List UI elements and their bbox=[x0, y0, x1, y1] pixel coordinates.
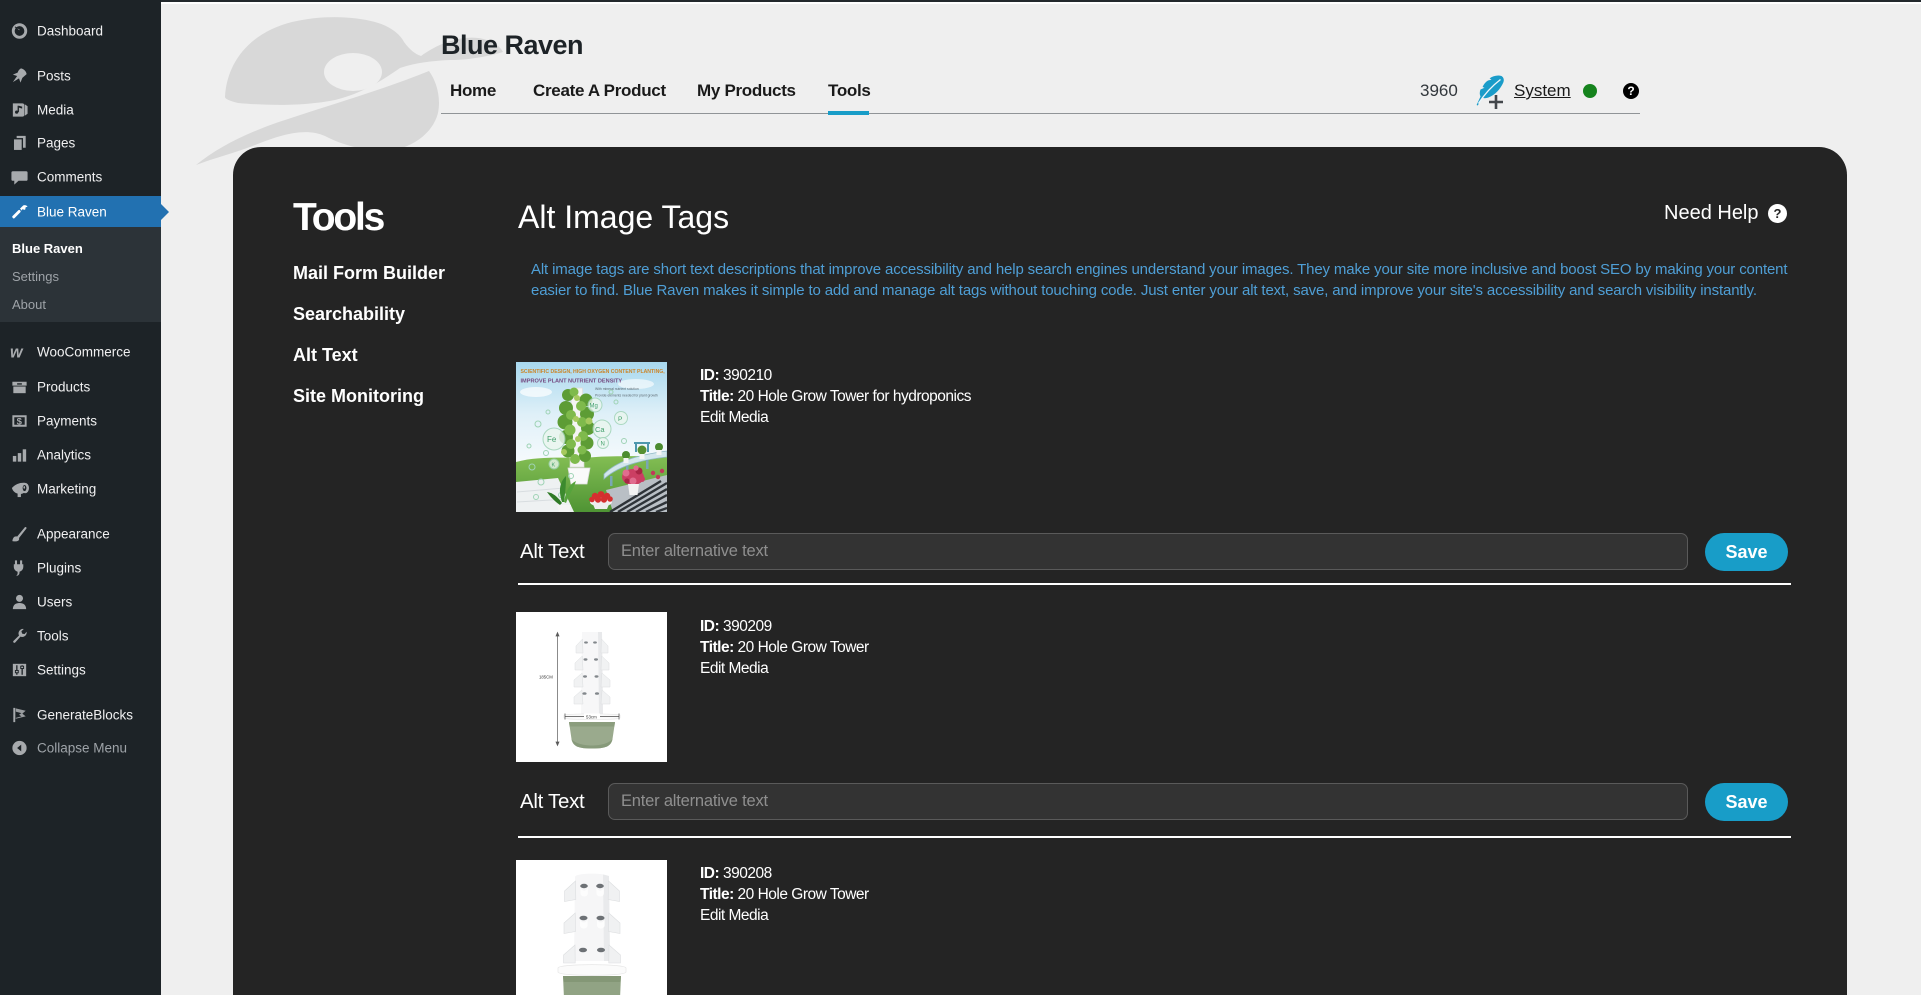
svg-text:IMPROVE PLANT NUTRIENT DENSITY: IMPROVE PLANT NUTRIENT DENSITY bbox=[521, 379, 623, 385]
svg-text:$: $ bbox=[17, 416, 23, 427]
svg-text:Mg: Mg bbox=[590, 404, 598, 410]
svg-text:With mineral nutrient solution: With mineral nutrient solution bbox=[595, 387, 639, 391]
svg-text:K: K bbox=[552, 463, 556, 469]
svg-text:w: w bbox=[10, 344, 24, 362]
svg-text:P: P bbox=[618, 416, 622, 423]
svg-text:185CM: 185CM bbox=[539, 675, 553, 680]
svg-text:Fe: Fe bbox=[547, 435, 557, 444]
svg-text:Ca: Ca bbox=[595, 425, 605, 434]
svg-text:Provide elements needed for pl: Provide elements needed for plant growth bbox=[595, 394, 658, 398]
svg-text:53cm: 53cm bbox=[586, 715, 597, 720]
svg-text:N: N bbox=[601, 442, 605, 448]
svg-text:SCIENTIFIC DESIGN, HIGH OXYGEN: SCIENTIFIC DESIGN, HIGH OXYGEN CONTENT P… bbox=[521, 369, 666, 375]
